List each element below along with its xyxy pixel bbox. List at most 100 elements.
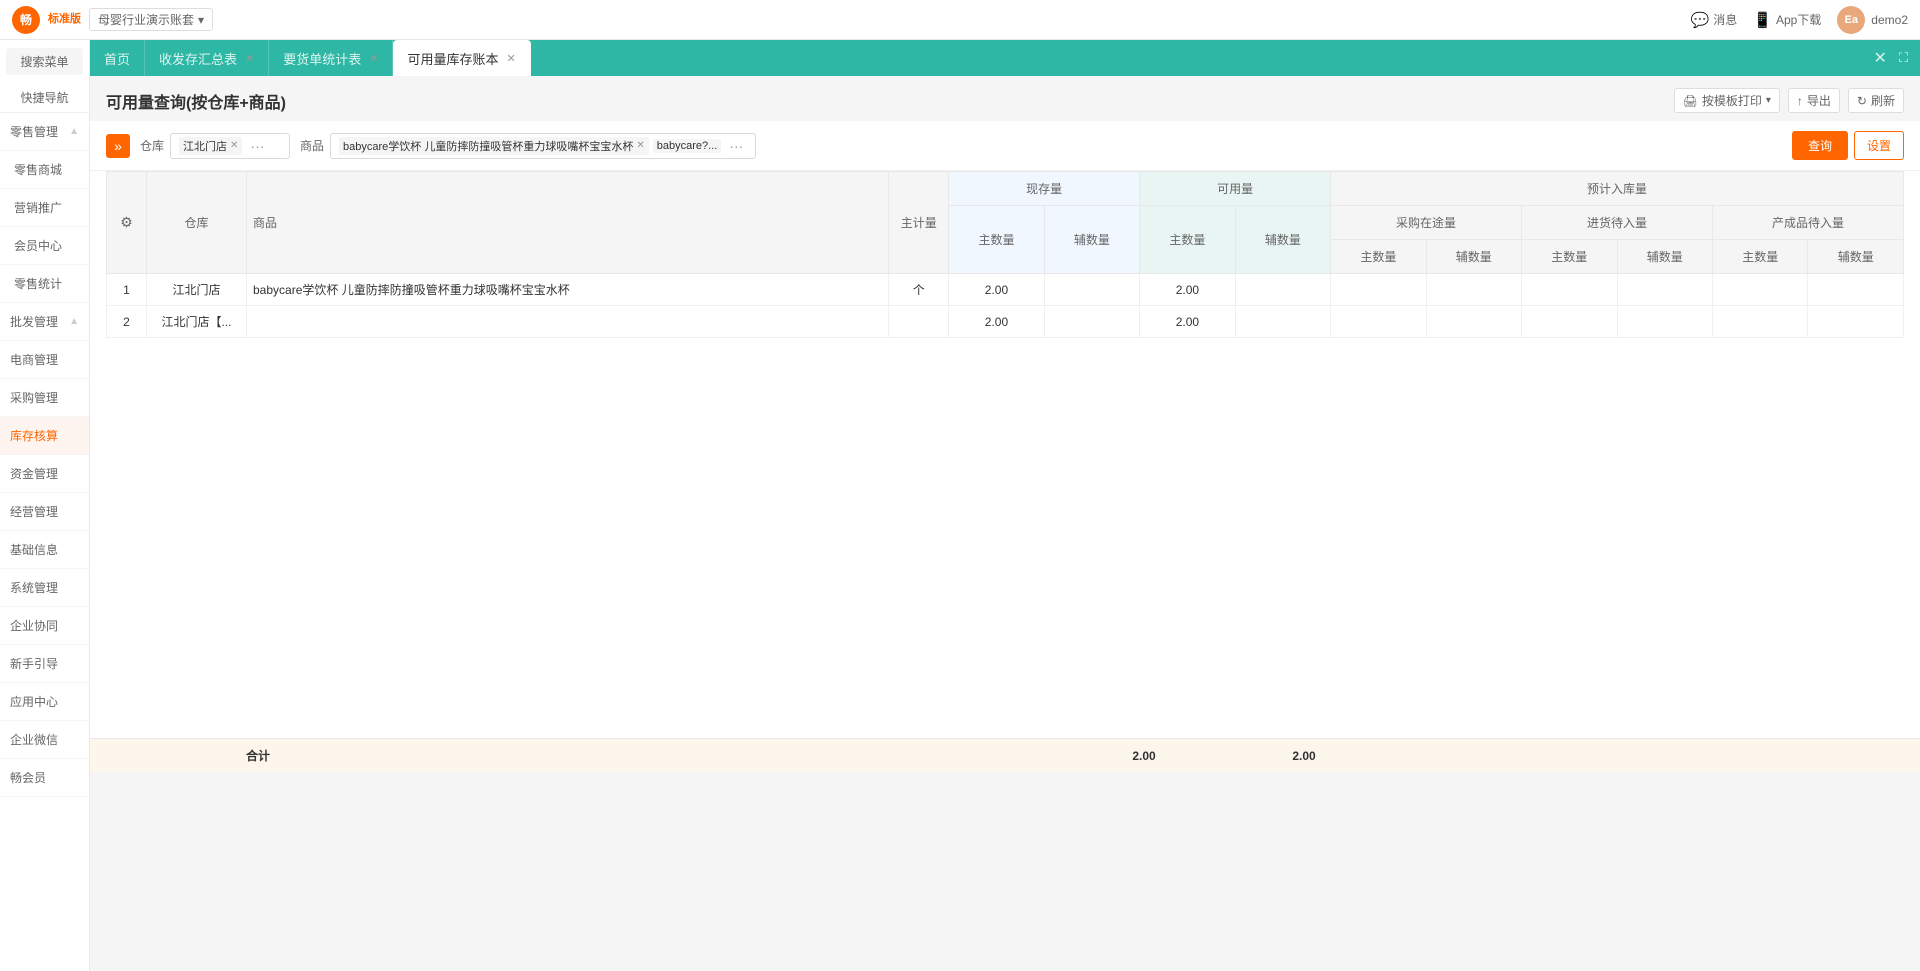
filter-area: » 仓库 江北门店 ✕ ··· 商品 babycare学饮杯 儿童防摔防撞吸管杯… bbox=[90, 121, 1920, 171]
sidebar-search-area: 搜索菜单 bbox=[0, 40, 89, 83]
row1-stock-aux bbox=[1044, 274, 1139, 306]
print-btn[interactable]: 🖨 按模板打印 ▾ bbox=[1674, 88, 1780, 113]
sidebar-item-wholesale[interactable]: 批发管理 ▲ bbox=[0, 303, 89, 341]
th-unit: 主计量 bbox=[889, 172, 949, 274]
table-row: 1 江北门店 babycare学饮杯 儿童防摔防撞吸管杯重力球吸嘴杯宝宝水杯 个… bbox=[107, 274, 1904, 306]
product-tag-1: babycare学饮杯 儿童防摔防撞吸管杯重力球吸嘴杯宝宝水杯 ✕ bbox=[339, 137, 649, 155]
top-bar: 畅 标准版 母婴行业演示账套 ▾ 💬 消息 📱 App下载 Ea demo2 bbox=[0, 0, 1920, 40]
close-tab-orders[interactable]: ✕ bbox=[369, 52, 378, 65]
row2-available-aux bbox=[1235, 306, 1330, 338]
product-input[interactable]: babycare学饮杯 儿童防摔防撞吸管杯重力球吸嘴杯宝宝水杯 ✕ babyca… bbox=[330, 133, 756, 159]
th-product-waiting-main: 主数量 bbox=[1712, 240, 1807, 274]
remove-product-tag-1[interactable]: ✕ bbox=[636, 140, 644, 151]
export-btn[interactable]: ↑ 导出 bbox=[1788, 88, 1840, 113]
app-subtitle: 标准版 bbox=[48, 13, 81, 26]
messages-btn[interactable]: 💬 消息 bbox=[1691, 11, 1738, 29]
table-summary-footer: 合计 2.00 2.00 bbox=[90, 738, 1920, 772]
org-selector[interactable]: 母婴行业演示账套 ▾ bbox=[89, 8, 213, 31]
th-stock-group: 现存量 bbox=[949, 172, 1140, 206]
chevron-down-icon: ▲ bbox=[69, 316, 79, 327]
sidebar-item-finance[interactable]: 资金管理 bbox=[0, 455, 89, 493]
chevron-down-icon: ▾ bbox=[1766, 95, 1771, 106]
gear-icon[interactable]: ⚙ bbox=[120, 214, 133, 230]
filter-buttons: 查询 设置 bbox=[1792, 131, 1904, 160]
row1-unit: 个 bbox=[889, 274, 949, 306]
app-logo: 畅 bbox=[12, 6, 40, 34]
user-info: Ea demo2 bbox=[1837, 6, 1908, 34]
warehouse-input[interactable]: 江北门店 ✕ ··· bbox=[170, 133, 290, 159]
row2-prw-main bbox=[1712, 306, 1807, 338]
sidebar-item-enterprise[interactable]: 企业协同 bbox=[0, 607, 89, 645]
row2-pt-main bbox=[1331, 306, 1426, 338]
sidebar-item-retail-stats[interactable]: 零售统计 bbox=[0, 265, 89, 303]
th-purchase-waiting-main: 主数量 bbox=[1522, 240, 1617, 274]
search-menu-btn[interactable]: 搜索菜单 bbox=[6, 48, 83, 75]
top-bar-right: 💬 消息 📱 App下载 Ea demo2 bbox=[1691, 6, 1908, 34]
sidebar-item-system[interactable]: 系统管理 bbox=[0, 569, 89, 607]
close-all-tabs-btn[interactable]: ✕ bbox=[1869, 46, 1890, 70]
th-purchase-waiting-group: 进货待入量 bbox=[1522, 206, 1713, 240]
sidebar-item-ecommerce[interactable]: 电商管理 bbox=[0, 341, 89, 379]
sidebar-item-inventory[interactable]: 库存核算 bbox=[0, 417, 89, 455]
filter-toggle-btn[interactable]: » bbox=[106, 134, 130, 158]
row1-available-aux bbox=[1235, 274, 1330, 306]
th-purchase-transit-main: 主数量 bbox=[1331, 240, 1426, 274]
product-more[interactable]: ··· bbox=[725, 138, 747, 154]
sidebar-item-guide[interactable]: 新手引导 bbox=[0, 645, 89, 683]
quick-nav-btn[interactable]: 快捷导航 bbox=[0, 83, 89, 113]
th-purchase-transit-aux: 辅数量 bbox=[1426, 240, 1521, 274]
th-product-waiting-aux: 辅数量 bbox=[1808, 240, 1904, 274]
page-title: 可用量查询(按仓库+商品) bbox=[106, 89, 286, 113]
tab-home[interactable]: 首页 bbox=[90, 40, 145, 76]
page-header: 可用量查询(按仓库+商品) 🖨 按模板打印 ▾ ↑ 导出 ↻ 刷新 bbox=[90, 76, 1920, 121]
sidebar-item-retail[interactable]: 零售管理 ▲ bbox=[0, 113, 89, 151]
th-warehouse: 仓库 bbox=[147, 172, 247, 274]
product-tag-2: babycare?... bbox=[653, 139, 722, 153]
th-product-waiting-group: 产成品待入量 bbox=[1712, 206, 1903, 240]
product-label: 商品 bbox=[300, 137, 324, 154]
sidebar-item-retail-mall[interactable]: 零售商城 bbox=[0, 151, 89, 189]
row1-warehouse: 江北门店 bbox=[147, 274, 247, 306]
th-available-aux: 辅数量 bbox=[1235, 206, 1330, 274]
query-btn[interactable]: 查询 bbox=[1792, 131, 1848, 160]
row2-unit bbox=[889, 306, 949, 338]
th-purchase-waiting-aux: 辅数量 bbox=[1617, 240, 1712, 274]
app-download-btn[interactable]: 📱 App下载 bbox=[1753, 11, 1821, 29]
summary-stock-main: 2.00 bbox=[1104, 749, 1184, 763]
tab-receipts[interactable]: 收发存汇总表 ✕ bbox=[145, 40, 269, 76]
sidebar-item-wechat[interactable]: 企业微信 bbox=[0, 721, 89, 759]
tab-orders[interactable]: 要货单统计表 ✕ bbox=[269, 40, 393, 76]
sidebar-item-members[interactable]: 会员中心 bbox=[0, 227, 89, 265]
close-tab-receipts[interactable]: ✕ bbox=[245, 52, 254, 65]
row1-prw-aux bbox=[1808, 274, 1904, 306]
maximize-btn[interactable]: ⛶ bbox=[1895, 48, 1912, 68]
warehouse-tag: 江北门店 ✕ bbox=[179, 137, 242, 155]
sidebar-item-appstore[interactable]: 应用中心 bbox=[0, 683, 89, 721]
tab-available[interactable]: 可用量库存账本 ✕ bbox=[393, 40, 530, 76]
remove-warehouse-tag[interactable]: ✕ bbox=[230, 140, 238, 151]
nav-tabs-actions: ✕ ⛶ bbox=[1869, 46, 1920, 70]
th-purchase-transit-group: 采购在途量 bbox=[1331, 206, 1522, 240]
settings-btn[interactable]: 设置 bbox=[1854, 131, 1904, 160]
sidebar-item-marketing[interactable]: 营销推广 bbox=[0, 189, 89, 227]
top-bar-left: 畅 标准版 母婴行业演示账套 ▾ bbox=[12, 6, 213, 34]
table-row: 2 江北门店【... 2.00 2.00 bbox=[107, 306, 1904, 338]
row2-pw-aux bbox=[1617, 306, 1712, 338]
row2-available-main: 2.00 bbox=[1140, 306, 1235, 338]
row1-pw-main bbox=[1522, 274, 1617, 306]
sidebar-menu: 零售管理 ▲ 零售商城 营销推广 会员中心 零售统计 批发管理 ▲ 电商管理 采… bbox=[0, 113, 89, 971]
sidebar-item-member2[interactable]: 畅会员 bbox=[0, 759, 89, 797]
row2-pw-main bbox=[1522, 306, 1617, 338]
th-product: 商品 bbox=[247, 172, 889, 274]
refresh-btn[interactable]: ↻ 刷新 bbox=[1848, 88, 1904, 113]
th-available-group: 可用量 bbox=[1140, 172, 1331, 206]
warehouse-more[interactable]: ··· bbox=[246, 138, 268, 154]
close-tab-available[interactable]: ✕ bbox=[507, 52, 516, 65]
empty-space bbox=[90, 338, 1920, 738]
table-container: ⚙ 仓库 商品 主计量 现存量 可用量 预计入库量 主数量 辅数量 主数量 辅数… bbox=[90, 171, 1920, 338]
sidebar-item-operations[interactable]: 经营管理 bbox=[0, 493, 89, 531]
sidebar-item-basics[interactable]: 基础信息 bbox=[0, 531, 89, 569]
th-planned-inbound-group: 预计入库量 bbox=[1331, 172, 1904, 206]
sidebar-item-purchase[interactable]: 采购管理 bbox=[0, 379, 89, 417]
sidebar: 搜索菜单 快捷导航 零售管理 ▲ 零售商城 营销推广 会员中心 零售统计 批发管… bbox=[0, 0, 90, 971]
